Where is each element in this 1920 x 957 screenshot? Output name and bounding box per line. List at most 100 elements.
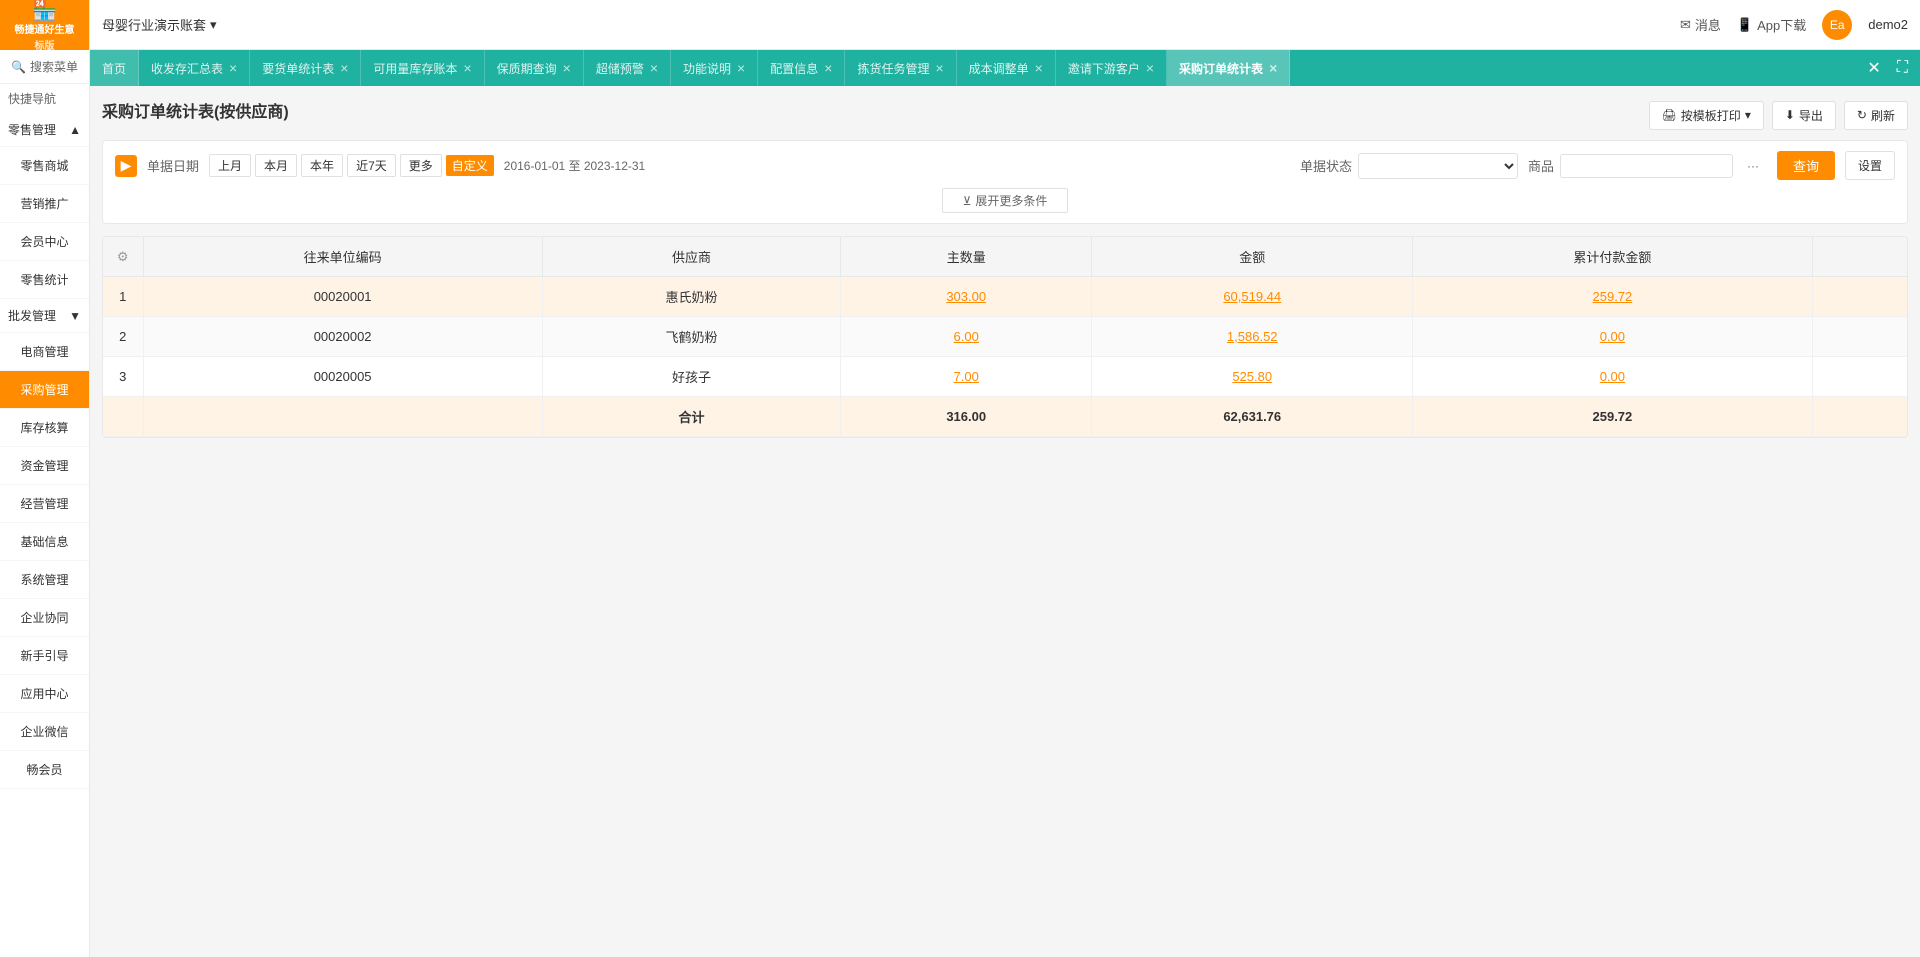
tab-func-desc-close[interactable]: × [737, 61, 745, 75]
sidebar-item-system[interactable]: 系统管理 [0, 561, 89, 599]
page-header-row: 采购订单统计表(按供应商) 🖨 按模板打印 ▾ ⬇ 导出 ↻ 刷新 [102, 98, 1908, 132]
row-qty[interactable]: 7.00 [841, 357, 1092, 397]
sidebar-item-retail-manage[interactable]: 零售管理 ▲ [0, 113, 89, 147]
row-amount[interactable]: 525.80 [1092, 357, 1413, 397]
sidebar-item-operations[interactable]: 经营管理 [0, 485, 89, 523]
tab-cost-adjust-close[interactable]: × [1035, 61, 1043, 75]
settings-btn[interactable]: 设置 [1845, 151, 1895, 180]
tab-purchase-stats-close[interactable]: × [1269, 61, 1277, 75]
date-custom-badge: 自定义 [446, 155, 494, 176]
expand-more-btn[interactable]: ⊻ 展开更多条件 [942, 188, 1069, 213]
chevron-down-icon: ▲ [69, 123, 81, 137]
row-code: 00020005 [143, 357, 542, 397]
tab-warranty[interactable]: 保质期查询 × [485, 50, 584, 86]
tab-warranty-label: 保质期查询 [497, 60, 557, 77]
tab-pick-task-label: 拣货任务管理 [857, 60, 929, 77]
print-icon: 🖨 [1662, 108, 1677, 122]
tab-pick-task-close[interactable]: × [935, 61, 943, 75]
goods-more-btn[interactable]: ··· [1739, 155, 1767, 177]
row-amount[interactable]: 60,519.44 [1092, 277, 1413, 317]
username[interactable]: demo2 [1868, 17, 1908, 32]
tab-purchase-stats[interactable]: 采购订单统计表 × [1167, 50, 1290, 86]
btn-more-date[interactable]: 更多 [400, 154, 442, 177]
row-paid[interactable]: 0.00 [1413, 357, 1812, 397]
sidebar-item-retail-shop[interactable]: 零售商城 [0, 147, 89, 185]
status-label: 单据状态 [1300, 156, 1352, 175]
sidebar-item-inventory[interactable]: 库存核算 [0, 409, 89, 447]
tab-config-info[interactable]: 配置信息 × [758, 50, 845, 86]
tab-order-stats[interactable]: 要货单统计表 × [250, 50, 361, 86]
goods-label: 商品 [1528, 156, 1554, 175]
status-select[interactable] [1358, 153, 1518, 179]
row-qty[interactable]: 303.00 [841, 277, 1092, 317]
tab-func-desc[interactable]: 功能说明 × [671, 50, 758, 86]
sidebar-item-basics[interactable]: 基础信息 [0, 523, 89, 561]
gear-icon[interactable]: ⚙ [117, 249, 129, 264]
avatar[interactable]: Ea [1822, 10, 1852, 40]
tab-config-info-close[interactable]: × [824, 61, 832, 75]
logo-icon: 🏪 [32, 0, 57, 23]
btn-this-month[interactable]: 本月 [255, 154, 297, 177]
row-paid[interactable]: 0.00 [1413, 317, 1812, 357]
tab-warranty-close[interactable]: × [563, 61, 571, 75]
sidebar-item-finance[interactable]: 资金管理 [0, 447, 89, 485]
sidebar-item-marketing[interactable]: 营销推广 [0, 185, 89, 223]
sidebar-item-guide[interactable]: 新手引导 [0, 637, 89, 675]
chevron-down-icon-2: ▼ [69, 309, 81, 323]
message-label: 消息 [1695, 15, 1721, 34]
tab-over-stock[interactable]: 超储预警 × [584, 50, 671, 86]
row-index: 2 [103, 317, 143, 357]
sidebar-item-ecommerce[interactable]: 电商管理 [0, 333, 89, 371]
tab-home[interactable]: 首页 [90, 50, 139, 86]
tab-collect-dispatch[interactable]: 收发存汇总表 × [139, 50, 250, 86]
tab-over-stock-close[interactable]: × [650, 61, 658, 75]
filter-toggle-btn[interactable]: ▶ [115, 155, 137, 177]
account-selector[interactable]: 母婴行业演示账套 ▾ [102, 15, 217, 34]
refresh-btn[interactable]: ↻ 刷新 [1844, 101, 1908, 130]
footer-paid: 259.72 [1413, 397, 1812, 437]
sidebar-item-wholesale[interactable]: 批发管理 ▼ [0, 299, 89, 333]
search-btn[interactable]: 查询 [1777, 151, 1835, 180]
data-table: ⚙ 往来单位编码 供应商 主数量 金额 累计付款金额 1 00020001 [102, 236, 1908, 438]
th-supplier: 供应商 [542, 237, 840, 277]
sidebar-search[interactable]: 🔍 搜索菜单 [0, 50, 89, 84]
account-name: 母婴行业演示账套 [102, 15, 206, 34]
tab-cost-adjust[interactable]: 成本调整单 × [957, 50, 1056, 86]
sidebar-item-members[interactable]: 会员中心 [0, 223, 89, 261]
btn-last-month[interactable]: 上月 [209, 154, 251, 177]
sidebar-item-app-center[interactable]: 应用中心 [0, 675, 89, 713]
quick-nav[interactable]: 快捷导航 [0, 84, 89, 113]
tab-order-stats-close[interactable]: × [340, 61, 348, 75]
tab-usable-inv[interactable]: 可用量库存账本 × [361, 50, 484, 86]
sidebar-item-guide-label: 新手引导 [20, 649, 68, 663]
maximize-tab-btn[interactable]: ⛶ [1893, 57, 1912, 79]
sidebar-item-retail-stats[interactable]: 零售统计 [0, 261, 89, 299]
tab-collect-dispatch-close[interactable]: × [229, 61, 237, 75]
print-label: 按模板打印 [1681, 107, 1741, 124]
th-code: 往来单位编码 [143, 237, 542, 277]
goods-input[interactable] [1560, 154, 1733, 178]
sidebar-item-enterprise[interactable]: 企业协同 [0, 599, 89, 637]
btn-7days[interactable]: 近7天 [347, 154, 396, 177]
tab-pick-task[interactable]: 拣货任务管理 × [845, 50, 956, 86]
message-btn[interactable]: ✉ 消息 [1680, 15, 1721, 34]
tab-cost-adjust-label: 成本调整单 [969, 60, 1029, 77]
sidebar-item-member-card[interactable]: 畅会员 [0, 751, 89, 789]
print-btn[interactable]: 🖨 按模板打印 ▾ [1649, 101, 1764, 130]
row-paid[interactable]: 259.72 [1413, 277, 1812, 317]
sidebar-item-wechat-label: 企业微信 [20, 725, 68, 739]
export-btn[interactable]: ⬇ 导出 [1772, 101, 1836, 130]
row-qty[interactable]: 6.00 [841, 317, 1092, 357]
topbar-right: ✉ 消息 📱 App下载 Ea demo2 [1680, 10, 1908, 40]
tab-invite-client-close[interactable]: × [1146, 61, 1154, 75]
btn-this-year[interactable]: 本年 [301, 154, 343, 177]
close-tab-btn[interactable]: ✕ [1863, 56, 1884, 80]
row-amount[interactable]: 1,586.52 [1092, 317, 1413, 357]
app-download-btn[interactable]: 📱 App下载 [1737, 15, 1806, 34]
sidebar-item-app-center-label: 应用中心 [20, 687, 68, 701]
tab-invite-client[interactable]: 邀请下游客户 × [1056, 50, 1167, 86]
sidebar-item-wechat[interactable]: 企业微信 [0, 713, 89, 751]
tab-usable-inv-close[interactable]: × [463, 61, 471, 75]
sidebar-item-purchase[interactable]: 采购管理 [0, 371, 89, 409]
th-qty: 主数量 [841, 237, 1092, 277]
